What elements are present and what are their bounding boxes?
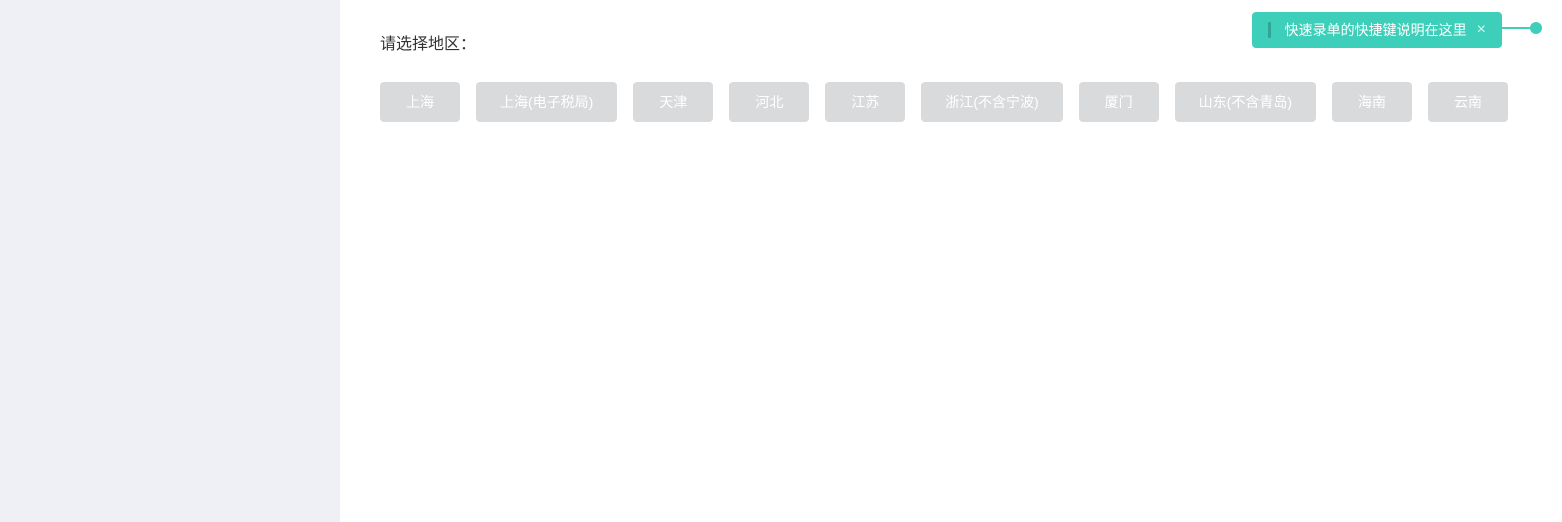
- tooltip-connector-line: [1500, 27, 1530, 29]
- region-button-jiangsu[interactable]: 江苏: [825, 82, 905, 122]
- tooltip-text: 快速录单的快捷键说明在这里: [1285, 20, 1467, 40]
- tooltip-close-button[interactable]: ×: [1477, 22, 1486, 38]
- region-button-yunnan[interactable]: 云南: [1428, 82, 1508, 122]
- region-button-shanghai-etax[interactable]: 上海(电子税局): [476, 82, 617, 122]
- region-button-zhejiang[interactable]: 浙江(不含宁波): [921, 82, 1062, 122]
- tooltip-connector-dot: [1530, 22, 1542, 34]
- main-content: 请选择地区： 上海上海(电子税局)天津河北江苏浙江(不含宁波)厦门山东(不含青岛…: [340, 0, 1562, 522]
- region-button-hebei[interactable]: 河北: [729, 82, 809, 122]
- region-button-shandong[interactable]: 山东(不含青岛): [1175, 82, 1316, 122]
- region-button-tianjin[interactable]: 天津: [633, 82, 713, 122]
- tooltip-banner: 快速录单的快捷键说明在这里 ×: [1252, 12, 1502, 48]
- region-button-shanghai[interactable]: 上海: [380, 82, 460, 122]
- sidebar: [0, 0, 340, 522]
- region-button-hainan[interactable]: 海南: [1332, 82, 1412, 122]
- region-buttons-container: 上海上海(电子税局) 天津河北江苏浙江(不含宁波) 厦门山东(不含青岛) 海南云南: [380, 82, 1522, 122]
- region-button-xiamen[interactable]: 厦门: [1079, 82, 1159, 122]
